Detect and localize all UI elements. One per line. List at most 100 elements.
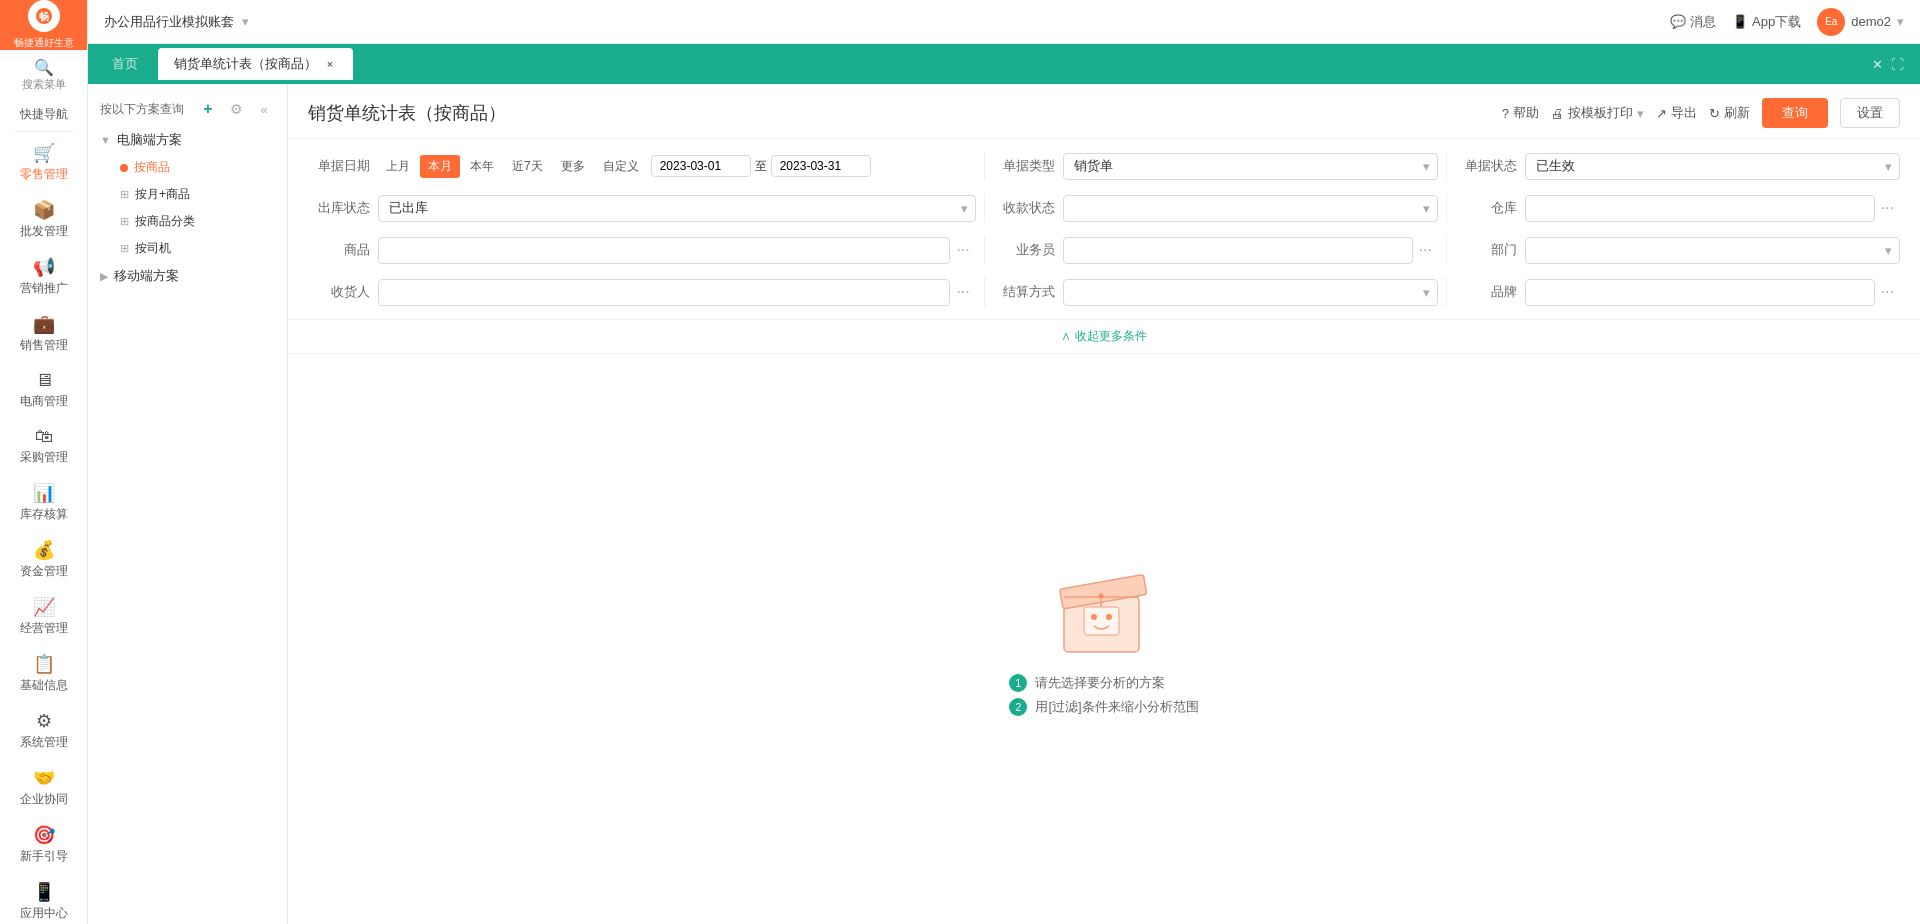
sidebar-item-finance[interactable]: 💰 资金管理 (0, 531, 87, 588)
filter-col-dept: 部门 ▾ (1455, 237, 1900, 264)
date-tab-this-year[interactable]: 本年 (462, 155, 502, 178)
payment-dropdown-arrow[interactable]: ▾ (1423, 201, 1430, 216)
date-start-input[interactable] (651, 155, 751, 177)
sidebar-item-retail[interactable]: 🛒 零售管理 (0, 134, 87, 191)
settlement-input[interactable] (1063, 279, 1438, 306)
filter-divider-6 (1446, 235, 1447, 265)
sidebar-item-label: 营销推广 (20, 280, 68, 297)
bill-type-input[interactable] (1063, 153, 1438, 180)
receiver-picker-btn[interactable]: ··· (950, 283, 975, 301)
add-scheme-btn[interactable]: + (197, 98, 219, 120)
storage-input[interactable] (1525, 195, 1875, 222)
date-tab-this-month[interactable]: 本月 (420, 155, 460, 178)
messages-btn[interactable]: 💬 消息 (1670, 13, 1716, 31)
sidebar-item-inventory[interactable]: 📊 库存核算 (0, 474, 87, 531)
tree-item-pc[interactable]: ▼ 电脑端方案 (88, 126, 287, 154)
filter-col-brand: 品牌 ··· (1455, 279, 1900, 306)
marketing-icon: 📢 (33, 256, 55, 278)
date-tab-last-month[interactable]: 上月 (378, 155, 418, 178)
sidebar-item-label: 资金管理 (20, 563, 68, 580)
bill-type-label: 单据类型 (993, 157, 1063, 175)
message-icon: 💬 (1670, 14, 1686, 29)
filter-col-receiver: 收货人 ··· (308, 279, 976, 306)
staff-input[interactable] (1063, 237, 1413, 264)
quick-nav[interactable]: 快捷导航 (0, 100, 87, 129)
sidebar-item-label: 基础信息 (20, 677, 68, 694)
goods-input[interactable] (378, 237, 950, 264)
close-window-icon[interactable]: ✕ (1872, 57, 1883, 72)
bill-status-dropdown-arrow[interactable]: ▾ (1885, 159, 1892, 174)
svg-point-6 (1091, 614, 1097, 620)
sidebar-item-basic[interactable]: 📋 基础信息 (0, 645, 87, 702)
tree-item-mobile[interactable]: ▶ 移动端方案 (88, 262, 287, 290)
search-menu[interactable]: 🔍 搜索菜单 (0, 50, 87, 100)
download-btn[interactable]: 📱 App下载 (1732, 13, 1801, 31)
user-menu[interactable]: Ea demo2 ▾ (1817, 8, 1904, 36)
settings-btn[interactable]: 设置 (1840, 98, 1900, 128)
tab-home[interactable]: 首页 (96, 48, 154, 80)
tab-close-btn[interactable]: × (323, 57, 337, 71)
payment-label: 收款状态 (993, 199, 1063, 217)
collapse-panel-btn[interactable]: « (253, 98, 275, 120)
operations-icon: 📈 (33, 596, 55, 618)
date-range-sep: 至 (755, 158, 767, 175)
dept-input[interactable] (1525, 237, 1900, 264)
sidebar-item-operations[interactable]: 📈 经营管理 (0, 588, 87, 645)
sidebar-item-wholesale[interactable]: 📦 批发管理 (0, 191, 87, 248)
collapse-filter-btn[interactable]: ∧ 收起更多条件 (288, 320, 1920, 354)
page-title: 销货单统计表（按商品） (308, 101, 506, 125)
sidebar-item-marketing[interactable]: 📢 营销推广 (0, 248, 87, 305)
warehouse-dropdown-arrow[interactable]: ▾ (961, 201, 968, 216)
tree-item-by-category[interactable]: ⊞ 按商品分类 (88, 208, 287, 235)
date-tab-7days[interactable]: 近7天 (504, 155, 551, 178)
tree-item-by-month-product[interactable]: ⊞ 按月+商品 (88, 181, 287, 208)
tab-maximize-btn[interactable]: ✕ ⛶ (1864, 53, 1912, 76)
sidebar-item-enterprise[interactable]: 🤝 企业协同 (0, 759, 87, 816)
filter-col-goods: 商品 ··· (308, 237, 976, 264)
date-filter-label: 单据日期 (308, 157, 378, 175)
sidebar-item-label: 库存核算 (20, 506, 68, 523)
refresh-btn[interactable]: ↻ 刷新 (1709, 104, 1750, 122)
left-panel-header: 按以下方案查询 + ⚙ « (88, 92, 287, 126)
dept-dropdown-arrow[interactable]: ▾ (1885, 243, 1892, 258)
help-btn[interactable]: ? 帮助 (1502, 104, 1539, 122)
tree-by-category-label: 按商品分类 (135, 213, 195, 230)
tree-item-by-cashier[interactable]: ⊞ 按司机 (88, 235, 287, 262)
main-area: 办公用品行业模拟账套 ▾ 💬 消息 📱 App下载 Ea demo2 ▾ 首 (88, 0, 1920, 924)
bill-type-dropdown-arrow[interactable]: ▾ (1423, 159, 1430, 174)
goods-picker-btn[interactable]: ··· (950, 241, 975, 259)
query-btn[interactable]: 查询 (1762, 98, 1828, 128)
date-end-input[interactable] (771, 155, 871, 177)
maximize-icon[interactable]: ⛶ (1891, 57, 1904, 72)
storage-picker-btn[interactable]: ··· (1875, 199, 1900, 217)
sidebar-item-label: 销售管理 (20, 337, 68, 354)
filter-col-settlement: 结算方式 ▾ (993, 279, 1438, 306)
sidebar-item-ecommerce[interactable]: 🖥 电商管理 (0, 362, 87, 418)
export-icon: ↗ (1656, 106, 1667, 121)
sidebar-item-system[interactable]: ⚙ 系统管理 (0, 702, 87, 759)
sidebar-item-sales[interactable]: 💼 销售管理 (0, 305, 87, 362)
bill-status-input[interactable] (1525, 153, 1900, 180)
sidebar-item-procurement[interactable]: 🛍 采购管理 (0, 418, 87, 474)
sidebar-item-guide[interactable]: 🎯 新手引导 (0, 816, 87, 873)
print-btn[interactable]: 🖨 按模板打印 ▾ (1551, 104, 1644, 122)
date-tab-more[interactable]: 更多 (553, 155, 593, 178)
sidebar-item-label: 电商管理 (20, 393, 68, 410)
payment-control: ▾ (1063, 195, 1438, 222)
scheme-settings-btn[interactable]: ⚙ (225, 98, 247, 120)
tree-item-by-product[interactable]: 按商品 (88, 154, 287, 181)
brand-picker-btn[interactable]: ··· (1875, 283, 1900, 301)
brand-input[interactable] (1525, 279, 1875, 306)
dropdown-arrow[interactable]: ▾ (242, 14, 249, 29)
warehouse-input[interactable] (378, 195, 976, 222)
date-tab-custom[interactable]: 自定义 (595, 155, 647, 178)
receiver-input[interactable] (378, 279, 950, 306)
payment-input[interactable] (1063, 195, 1438, 222)
sidebar-item-appstore[interactable]: 📱 应用中心 (0, 873, 87, 924)
settlement-dropdown-arrow[interactable]: ▾ (1423, 285, 1430, 300)
top-header: 办公用品行业模拟账套 ▾ 💬 消息 📱 App下载 Ea demo2 ▾ (88, 0, 1920, 44)
sidebar: 畅 畅捷通好生意 🔍 搜索菜单 快捷导航 🛒 零售管理 📦 批发管理 📢 营销推… (0, 0, 88, 924)
tab-active[interactable]: 销货单统计表（按商品） × (158, 48, 353, 80)
export-btn[interactable]: ↗ 导出 (1656, 104, 1697, 122)
staff-picker-btn[interactable]: ··· (1413, 241, 1438, 259)
